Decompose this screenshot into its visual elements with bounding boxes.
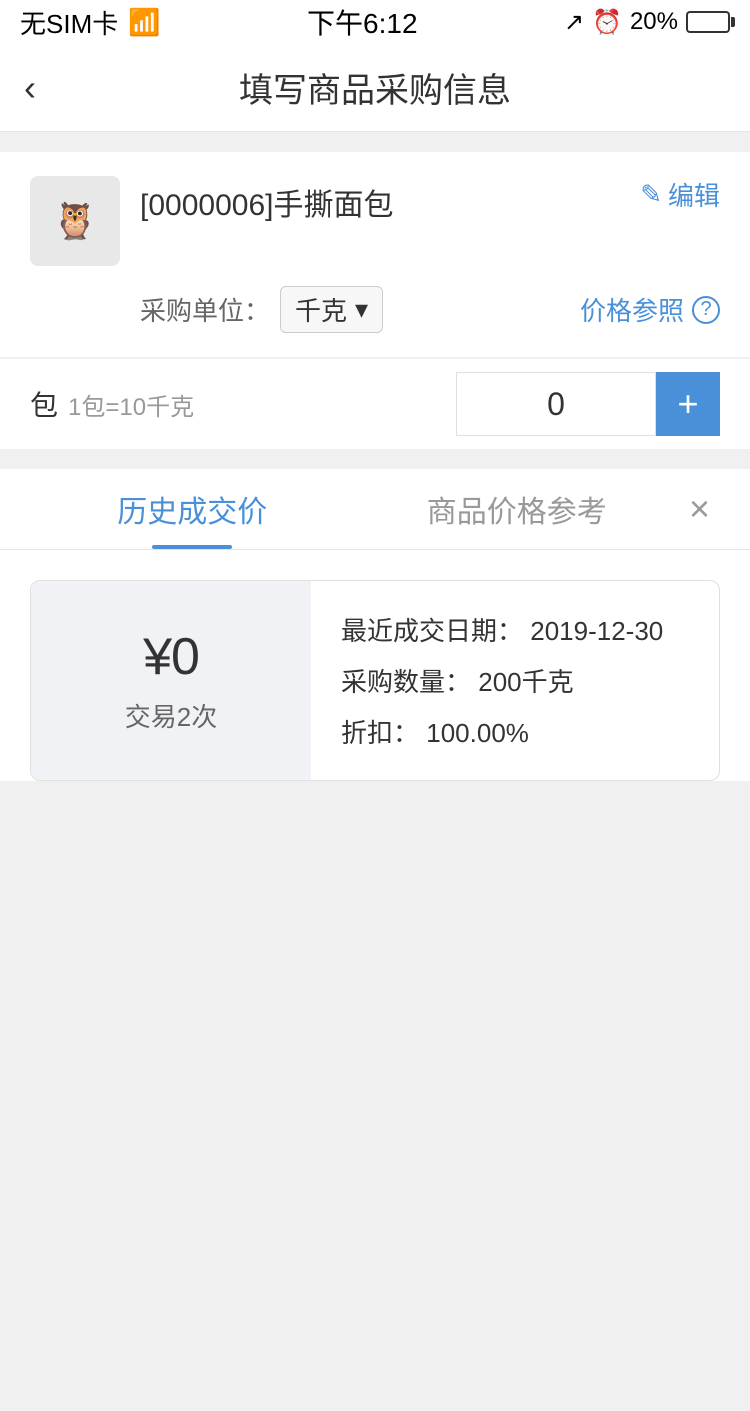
product-left: 🦉 [0000006]手撕面包	[30, 176, 393, 266]
quantity-input[interactable]: 0	[456, 372, 656, 436]
quantity-label: 包 1包=10千克	[30, 384, 194, 424]
status-left: 无SIM卡 📶	[20, 4, 161, 41]
help-icon: ?	[692, 296, 720, 324]
transaction-price: ¥0	[143, 627, 199, 687]
transaction-price-section: ¥0 交易2次	[31, 581, 311, 780]
nav-bar: ‹ 填写商品采购信息	[0, 44, 750, 132]
product-thumbnail: 🦉	[30, 176, 120, 266]
purchase-qty-row: 采购数量： 200千克	[341, 662, 689, 699]
bottom-area	[0, 811, 750, 1411]
purchase-qty-value: 200千克	[478, 667, 573, 697]
back-button[interactable]: ‹	[24, 67, 36, 109]
status-bar: 无SIM卡 📶 下午6:12 ↗ ⏰ 20%	[0, 0, 750, 44]
recent-date-label: 最近成交日期：	[341, 616, 523, 646]
battery-icon	[686, 11, 730, 33]
tabs-section: 历史成交价 商品价格参考 × ¥0 交易2次 最近成交日期： 2019-12-3…	[0, 469, 750, 781]
tab-close-button[interactable]: ×	[679, 488, 720, 530]
page-title: 填写商品采购信息	[239, 63, 511, 112]
discount-value: 100.00%	[426, 718, 529, 748]
tabs-header: 历史成交价 商品价格参考 ×	[0, 469, 750, 550]
price-reference-button[interactable]: 价格参照 ?	[580, 291, 720, 328]
recent-date-row: 最近成交日期： 2019-12-30	[341, 611, 689, 648]
status-time: 下午6:12	[307, 2, 418, 42]
product-card: 🦉 [0000006]手撕面包 ✎ 编辑 采购单位： 千克 ▾ 价格参照 ?	[0, 152, 750, 357]
product-image-placeholder: 🦉	[53, 200, 98, 242]
discount-label: 折扣：	[341, 718, 419, 748]
product-name: [0000006]手撕面包	[140, 176, 393, 224]
unit-select[interactable]: 千克 ▾	[280, 286, 383, 333]
product-unit-row: 采购单位： 千克 ▾ 价格参照 ?	[140, 286, 720, 333]
transaction-count: 交易2次	[125, 697, 217, 734]
quantity-plus-button[interactable]: +	[656, 372, 720, 436]
transaction-details: 最近成交日期： 2019-12-30 采购数量： 200千克 折扣： 100.0…	[311, 581, 719, 780]
tab-product-price-ref[interactable]: 商品价格参考	[354, 469, 678, 549]
quantity-row: 包 1包=10千克 0 +	[0, 359, 750, 449]
edit-button[interactable]: ✎ 编辑	[640, 176, 720, 213]
unit-label: 采购单位：	[140, 291, 270, 328]
quantity-controls: 0 +	[456, 372, 720, 436]
carrier-text: 无SIM卡	[20, 4, 118, 41]
product-header: 🦉 [0000006]手撕面包 ✎ 编辑	[30, 176, 720, 266]
dropdown-arrow-icon: ▾	[355, 294, 368, 325]
status-right: ↗ ⏰ 20%	[564, 8, 730, 37]
wifi-icon: 📶	[128, 7, 160, 38]
alarm-icon: ⏰	[592, 8, 622, 37]
tab-history-price[interactable]: 历史成交价	[30, 469, 354, 549]
recent-date-value: 2019-12-30	[530, 616, 663, 646]
unit-hint: 1包=10千克	[68, 387, 194, 422]
purchase-qty-label: 采购数量：	[341, 667, 471, 697]
transaction-card: ¥0 交易2次 最近成交日期： 2019-12-30 采购数量： 200千克 折…	[30, 580, 720, 781]
battery-percent: 20%	[630, 8, 678, 36]
location-icon: ↗	[564, 8, 584, 37]
edit-icon: ✎	[640, 179, 662, 210]
discount-row: 折扣： 100.00%	[341, 713, 689, 750]
